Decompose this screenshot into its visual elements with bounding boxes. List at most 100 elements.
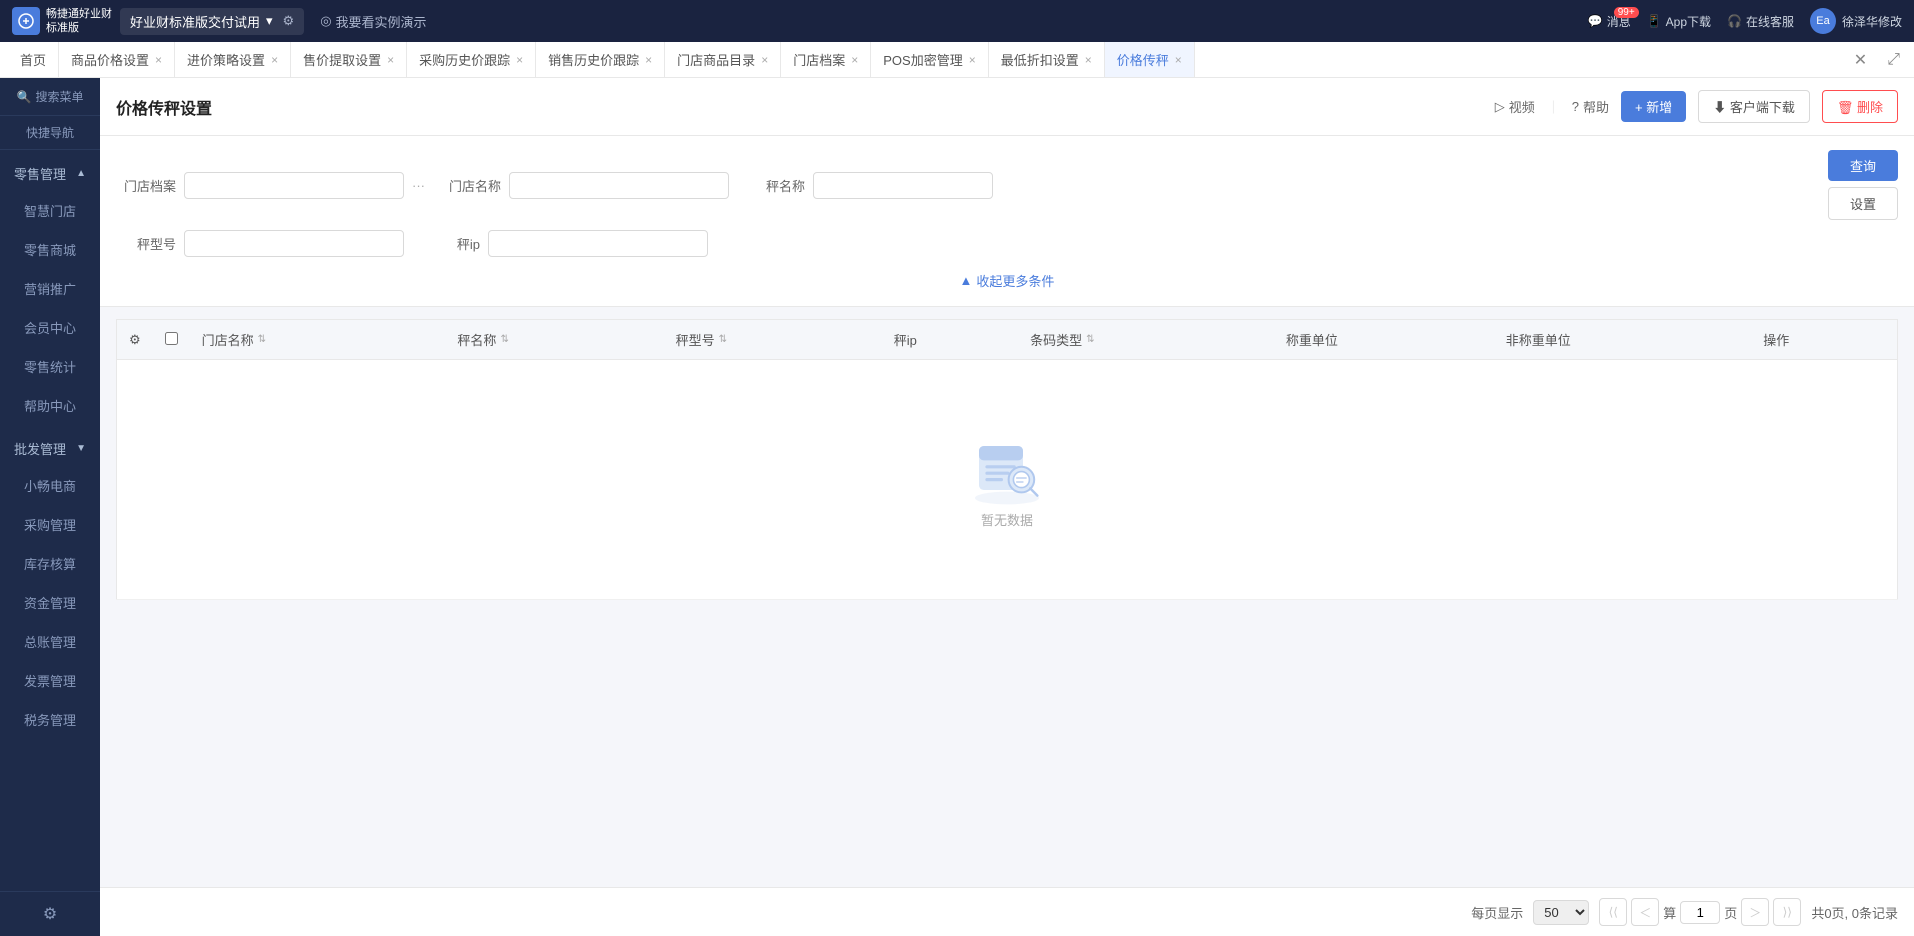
chevron-down-icon: ▾ — [266, 13, 273, 29]
tab-store-catalog-close[interactable]: × — [761, 53, 768, 67]
collapse-btn[interactable]: ▲ 收起更多条件 — [116, 267, 1898, 298]
sidebar-retail-header[interactable]: 零售管理 ▲ — [0, 156, 100, 191]
download-button[interactable]: ⬇ 客户端下载 — [1698, 90, 1810, 123]
help-link[interactable]: ? 帮助 — [1572, 97, 1609, 116]
first-page-btn[interactable]: ⟨⟨ — [1599, 898, 1627, 926]
last-page-btn[interactable]: ⟩⟩ — [1773, 898, 1801, 926]
sidebar-item-inventory[interactable]: 库存核算 — [0, 544, 100, 583]
tab-price-settings-label: 商品价格设置 — [71, 50, 149, 69]
sidebar-item-general-ledger[interactable]: 总账管理 — [0, 622, 100, 661]
tab-min-discount-close[interactable]: × — [1085, 53, 1092, 67]
sidebar-item-retail-mall[interactable]: 零售商城 — [0, 230, 100, 269]
sidebar-settings-btn[interactable]: ⚙ — [0, 891, 100, 936]
tab-price-settings-close[interactable]: × — [155, 53, 162, 67]
sidebar-item-tax[interactable]: 税务管理 — [0, 700, 100, 739]
sidebar-item-ecommerce[interactable]: 小畅电商 — [0, 466, 100, 505]
headset-icon: 🎧 — [1727, 14, 1742, 28]
sidebar-item-smart-store[interactable]: 智慧门店 — [0, 191, 100, 230]
query-button[interactable]: 查询 — [1828, 150, 1898, 181]
more-options-icon[interactable]: ··· — [412, 178, 425, 193]
tab-sale-history-label: 销售历史价跟踪 — [548, 50, 639, 69]
user-name: 徐泽华修改 — [1842, 13, 1902, 30]
per-page-select[interactable]: 20 50 100 — [1533, 900, 1589, 925]
page-actions: ▷ 视频 ｜ ? 帮助 + 新增 ⬇ 客户端下载 🗑 删除 — [1495, 90, 1898, 123]
delete-button[interactable]: 🗑 删除 — [1822, 90, 1898, 123]
tab-pos-management-close[interactable]: × — [969, 53, 976, 67]
tab-sale-history[interactable]: 销售历史价跟踪 × — [536, 42, 665, 78]
page-title: 价格传秤设置 — [116, 95, 212, 119]
tab-store-catalog[interactable]: 门店商品目录 × — [665, 42, 781, 78]
settings-icon[interactable]: ⚙ — [283, 13, 295, 29]
th-store-name: 门店名称 ⇅ — [190, 320, 446, 360]
add-button[interactable]: + 新增 — [1621, 91, 1686, 122]
video-link[interactable]: ▷ 视频 — [1495, 97, 1535, 116]
messages-btn[interactable]: 💬 消息 99+ — [1588, 13, 1631, 30]
column-settings-icon[interactable]: ⚙ — [129, 332, 141, 347]
help-link-label: 帮助 — [1583, 97, 1609, 116]
sidebar-item-help[interactable]: 帮助中心 — [0, 386, 100, 425]
tab-store-profile[interactable]: 门店档案 × — [781, 42, 871, 78]
settings-button[interactable]: 设置 — [1828, 187, 1898, 220]
tab-sale-history-close[interactable]: × — [645, 53, 652, 67]
sidebar-item-finance[interactable]: 资金管理 — [0, 583, 100, 622]
scale-name-label: 秤名称 — [745, 176, 805, 195]
online-service-btn[interactable]: 🎧 在线客服 — [1727, 13, 1794, 30]
scale-model-input[interactable] — [184, 230, 404, 257]
sidebar-item-invoice[interactable]: 发票管理 — [0, 661, 100, 700]
avatar-text: Ea — [1816, 15, 1829, 27]
tab-price-transfer-label: 价格传秤 — [1117, 50, 1169, 69]
tab-price-transfer[interactable]: 价格传秤 × — [1105, 42, 1195, 78]
tab-purchase-history-label: 采购历史价跟踪 — [419, 50, 510, 69]
sidebar-search[interactable]: 🔍 搜索菜单 — [0, 78, 100, 116]
demo-label: 我要看实例演示 — [336, 12, 427, 31]
prev-page-btn[interactable]: ＜ — [1631, 898, 1659, 926]
tab-store-profile-close[interactable]: × — [851, 53, 858, 67]
tab-purchase-history-close[interactable]: × — [516, 53, 523, 67]
scale-ip-input[interactable] — [488, 230, 708, 257]
sidebar-item-purchase-mgmt[interactable]: 采购管理 — [0, 505, 100, 544]
tab-purchase-strategy-close[interactable]: × — [271, 53, 278, 67]
page-input[interactable] — [1680, 901, 1720, 924]
tab-bar: 首页 商品价格设置 × 进价策略设置 × 售价提取设置 × 采购历史价跟踪 × … — [0, 42, 1914, 78]
sidebar-item-member[interactable]: 会员中心 — [0, 308, 100, 347]
tab-home[interactable]: 首页 — [8, 42, 59, 78]
sort-scale-name-icon[interactable]: ⇅ — [500, 334, 508, 345]
sidebar-item-retail-stats[interactable]: 零售统计 — [0, 347, 100, 386]
tab-expand-btn[interactable]: ⤢ — [1881, 51, 1906, 69]
select-all-checkbox[interactable] — [165, 332, 178, 345]
tab-pos-management[interactable]: POS加密管理 × — [871, 42, 988, 78]
tab-sale-extract-close[interactable]: × — [387, 53, 394, 67]
tab-sale-extract[interactable]: 售价提取设置 × — [291, 42, 407, 78]
th-settings: ⚙ — [117, 320, 153, 360]
scale-ip-label: 秤ip — [420, 234, 480, 253]
tab-purchase-strategy[interactable]: 进价策略设置 × — [175, 42, 291, 78]
scale-name-input[interactable] — [813, 172, 993, 199]
next-page-btn[interactable]: ＞ — [1741, 898, 1769, 926]
data-table: ⚙ 门店名称 ⇅ 秤名称 — [116, 319, 1898, 600]
version-dropdown[interactable]: 好业财标准版交付试用 ▾ ⚙ — [120, 8, 304, 35]
sidebar-item-smart-store-label: 智慧门店 — [24, 201, 76, 220]
tab-store-catalog-label: 门店商品目录 — [677, 50, 755, 69]
per-page-label: 每页显示 — [1471, 903, 1523, 922]
demo-link[interactable]: ◎ 我要看实例演示 — [320, 12, 426, 31]
collapse-btn-label: 收起更多条件 — [976, 271, 1054, 290]
sort-barcode-icon[interactable]: ⇅ — [1086, 334, 1094, 345]
tab-price-settings[interactable]: 商品价格设置 × — [59, 42, 175, 78]
sidebar-quick-nav[interactable]: 快捷导航 — [0, 116, 100, 150]
store-name-input[interactable] — [509, 172, 729, 199]
sidebar-item-general-ledger-label: 总账管理 — [24, 632, 76, 651]
empty-illustration — [957, 430, 1057, 510]
tab-close-all-btn[interactable]: ✕ — [1848, 50, 1873, 70]
sidebar-item-marketing[interactable]: 营销推广 — [0, 269, 100, 308]
sidebar-retail-label: 零售管理 — [14, 164, 66, 183]
app-download-btn[interactable]: 📱 App下载 — [1647, 13, 1711, 30]
tab-min-discount[interactable]: 最低折扣设置 × — [989, 42, 1105, 78]
tab-price-transfer-close[interactable]: × — [1175, 53, 1182, 67]
sidebar-wholesale-header[interactable]: 批发管理 ▼ — [0, 431, 100, 466]
sort-scale-model-icon[interactable]: ⇅ — [719, 334, 727, 345]
tab-purchase-history[interactable]: 采购历史价跟踪 × — [407, 42, 536, 78]
store-profile-input[interactable] — [184, 172, 404, 199]
search-icon: 🔍 — [17, 90, 32, 104]
sort-store-name-icon[interactable]: ⇅ — [258, 334, 266, 345]
user-area[interactable]: Ea 徐泽华修改 — [1810, 8, 1902, 34]
